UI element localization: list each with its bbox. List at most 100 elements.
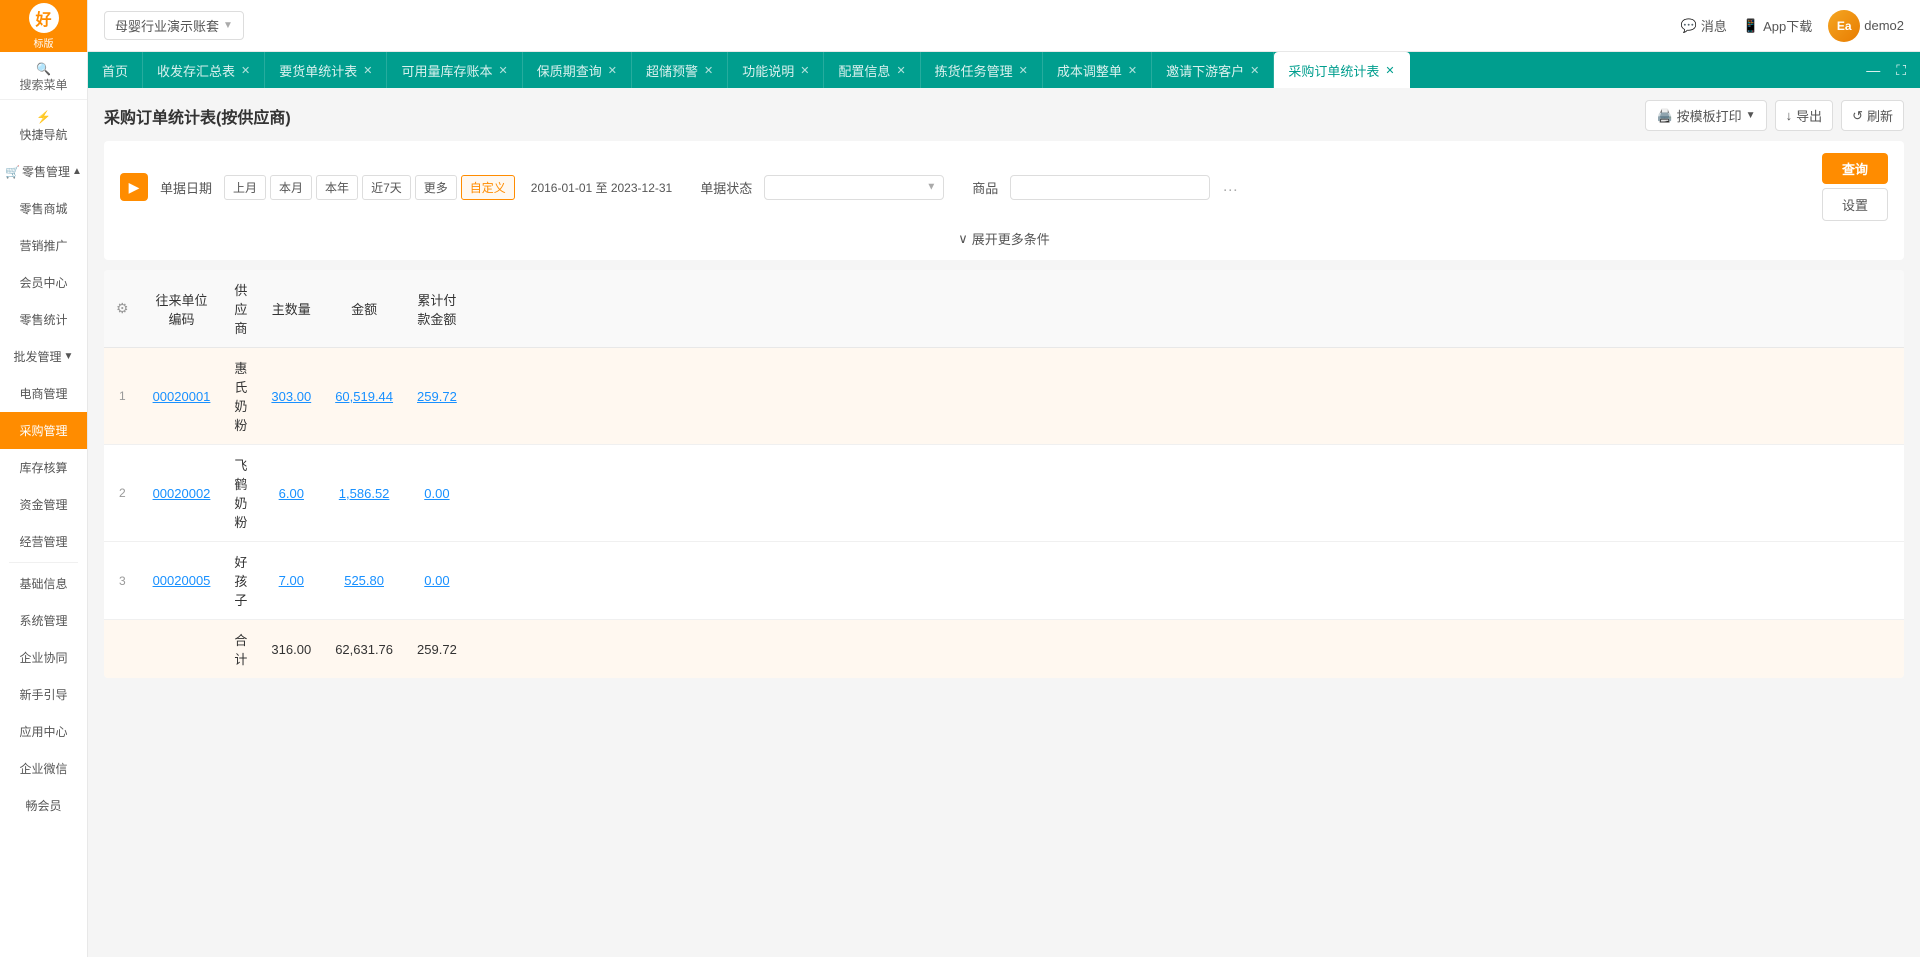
user-action[interactable]: Ea demo2 xyxy=(1828,10,1904,42)
settings-button[interactable]: 设置 xyxy=(1822,188,1888,221)
table-row: 1 00020001 惠氏奶粉 303.00 60,519.44 259.72 xyxy=(104,348,1904,445)
date-custom-btn[interactable]: 自定义 xyxy=(461,175,515,200)
tab-overstock-close[interactable]: ✕ xyxy=(704,64,713,77)
row-paid-3[interactable]: 0.00 xyxy=(405,542,469,620)
sidebar-item-ecommerce[interactable]: 电商管理 xyxy=(0,375,87,412)
tab-cost-close[interactable]: ✕ xyxy=(1128,64,1137,77)
th-paid: 累计付款金额 xyxy=(405,270,469,348)
tab-function[interactable]: 功能说明 ✕ xyxy=(728,52,824,88)
tab-config-close[interactable]: ✕ xyxy=(896,64,905,77)
sidebar-item-retail-mall[interactable]: 零售商城 xyxy=(0,190,87,227)
tab-collection[interactable]: 收发存汇总表 ✕ xyxy=(143,52,265,88)
goods-more-icon[interactable]: … xyxy=(1222,178,1238,196)
row-paid-1[interactable]: 259.72 xyxy=(405,348,469,445)
row-qty-1[interactable]: 303.00 xyxy=(259,348,323,445)
expand-more-btn[interactable]: ∨ 展开更多条件 xyxy=(120,229,1888,248)
sidebar-item-quick-nav[interactable]: ⚡ 快捷导航 xyxy=(0,100,87,153)
goods-input[interactable] xyxy=(1010,175,1210,200)
date-shortcut-last-month[interactable]: 上月 xyxy=(224,175,266,200)
sidebar-item-newbie[interactable]: 新手引导 xyxy=(0,676,87,713)
tab-purchase-stat[interactable]: 要货单统计表 ✕ xyxy=(265,52,387,88)
tab-task-close[interactable]: ✕ xyxy=(1019,64,1028,77)
tab-stock-ledger[interactable]: 可用量库存账本 ✕ xyxy=(387,52,522,88)
table-header-row: ⚙ 往来单位编码 供应商 主数量 金额 累计付款金额 xyxy=(104,270,1904,348)
tab-overstock[interactable]: 超储预警 ✕ xyxy=(632,52,728,88)
date-shortcuts-group: 上月 本月 本年 近7天 更多 自定义 xyxy=(224,175,515,200)
tab-minimize-btn[interactable]: — xyxy=(1860,58,1886,82)
tab-purchase-order-stat-close[interactable]: ✕ xyxy=(1385,64,1394,77)
refresh-label: 刷新 xyxy=(1867,106,1893,125)
sidebar-item-finance[interactable]: 资金管理 xyxy=(0,486,87,523)
row-amount-1[interactable]: 60,519.44 xyxy=(323,348,405,445)
row-qty-2[interactable]: 6.00 xyxy=(259,445,323,542)
status-select[interactable] xyxy=(764,175,944,200)
status-select-wrapper xyxy=(764,175,944,200)
row-code-3[interactable]: 00020005 xyxy=(141,542,223,620)
sidebar-item-search[interactable]: 🔍 搜索菜单 xyxy=(0,52,87,100)
sidebar-item-wholesale[interactable]: 批发管理 ▼ xyxy=(0,338,87,375)
sidebar-item-system[interactable]: 系统管理 xyxy=(0,602,87,639)
th-qty: 主数量 xyxy=(259,270,323,348)
tab-collection-label: 收发存汇总表 xyxy=(157,61,235,80)
refresh-icon: ↺ xyxy=(1852,108,1863,124)
footer-paid: 259.72 xyxy=(405,620,469,679)
date-shortcut-7days[interactable]: 近7天 xyxy=(362,175,411,200)
sidebar-item-retail-stats[interactable]: 零售统计 xyxy=(0,301,87,338)
goods-label: 商品 xyxy=(972,178,998,197)
row-qty-3[interactable]: 7.00 xyxy=(259,542,323,620)
tab-cost-label: 成本调整单 xyxy=(1057,61,1122,80)
sidebar-item-marketing[interactable]: 营销推广 xyxy=(0,227,87,264)
query-button[interactable]: 查询 xyxy=(1822,153,1888,184)
row-amount-2[interactable]: 1,586.52 xyxy=(323,445,405,542)
sidebar-item-enterprise[interactable]: 企业协同 xyxy=(0,639,87,676)
tab-purchase-stat-close[interactable]: ✕ xyxy=(363,64,372,77)
tab-task[interactable]: 拣货任务管理 ✕ xyxy=(921,52,1043,88)
filter-toggle-icon: ▶ xyxy=(129,179,140,196)
account-dropdown[interactable]: 母婴行业演示账套 ▼ xyxy=(104,11,244,40)
sidebar-item-operations[interactable]: 经营管理 xyxy=(0,523,87,560)
sidebar-item-purchase[interactable]: 采购管理 xyxy=(0,412,87,449)
tab-function-close[interactable]: ✕ xyxy=(800,64,809,77)
date-shortcut-this-year[interactable]: 本年 xyxy=(316,175,358,200)
row-code-2[interactable]: 00020002 xyxy=(141,445,223,542)
tab-purchase-order-stat[interactable]: 采购订单统计表 ✕ xyxy=(1274,52,1409,88)
app-download-action[interactable]: 📱 App下载 xyxy=(1743,16,1812,35)
sidebar-item-wechat[interactable]: 企业微信 xyxy=(0,750,87,787)
tab-invite[interactable]: 邀请下游客户 ✕ xyxy=(1152,52,1274,88)
tab-collection-close[interactable]: ✕ xyxy=(241,64,250,77)
export-button[interactable]: ↓ 导出 xyxy=(1775,100,1834,131)
tab-warranty[interactable]: 保质期查询 ✕ xyxy=(523,52,632,88)
message-action[interactable]: 💬 消息 xyxy=(1681,16,1727,35)
sidebar-item-inventory[interactable]: 库存核算 xyxy=(0,449,87,486)
logo[interactable]: 好 标版 xyxy=(0,0,88,52)
sidebar-item-members[interactable]: 会员中心 xyxy=(0,264,87,301)
sidebar-item-retail[interactable]: 🛒 零售管理 ▲ xyxy=(0,153,87,190)
tab-maximize-btn[interactable]: ⛶ xyxy=(1890,58,1912,83)
retail-icon: 🛒 xyxy=(5,165,20,179)
row-amount-3[interactable]: 525.80 xyxy=(323,542,405,620)
row-paid-2[interactable]: 0.00 xyxy=(405,445,469,542)
tab-warranty-close[interactable]: ✕ xyxy=(608,64,617,77)
sidebar-item-app-center[interactable]: 应用中心 xyxy=(0,713,87,750)
date-shortcut-more[interactable]: 更多 xyxy=(415,175,457,200)
refresh-button[interactable]: ↺ 刷新 xyxy=(1841,100,1904,131)
footer-empty-2 xyxy=(141,620,223,679)
tab-home-label: 首页 xyxy=(102,61,128,80)
row-code-1[interactable]: 00020001 xyxy=(141,348,223,445)
tab-cost[interactable]: 成本调整单 ✕ xyxy=(1043,52,1152,88)
members-label: 会员中心 xyxy=(19,274,67,291)
sidebar-item-basics[interactable]: 基础信息 xyxy=(0,565,87,602)
tab-config[interactable]: 配置信息 ✕ xyxy=(824,52,920,88)
tab-home[interactable]: 首页 xyxy=(88,52,143,88)
quick-nav-icon: ⚡ xyxy=(36,110,51,124)
top-bar: 母婴行业演示账套 ▼ 💬 消息 📱 App下载 Ea demo2 xyxy=(88,0,1920,52)
row-index-1: 1 xyxy=(104,348,141,445)
print-dropdown-icon: ▼ xyxy=(1746,110,1756,121)
filter-toggle[interactable]: ▶ xyxy=(120,173,148,201)
date-shortcut-this-month[interactable]: 本月 xyxy=(270,175,312,200)
print-button[interactable]: 🖨️ 按模板打印 ▼ xyxy=(1645,100,1766,131)
tab-stock-ledger-close[interactable]: ✕ xyxy=(499,64,508,77)
tab-invite-close[interactable]: ✕ xyxy=(1250,64,1259,77)
table-settings-icon[interactable]: ⚙ xyxy=(116,300,129,316)
sidebar-item-members2[interactable]: 畅会员 xyxy=(0,787,87,824)
